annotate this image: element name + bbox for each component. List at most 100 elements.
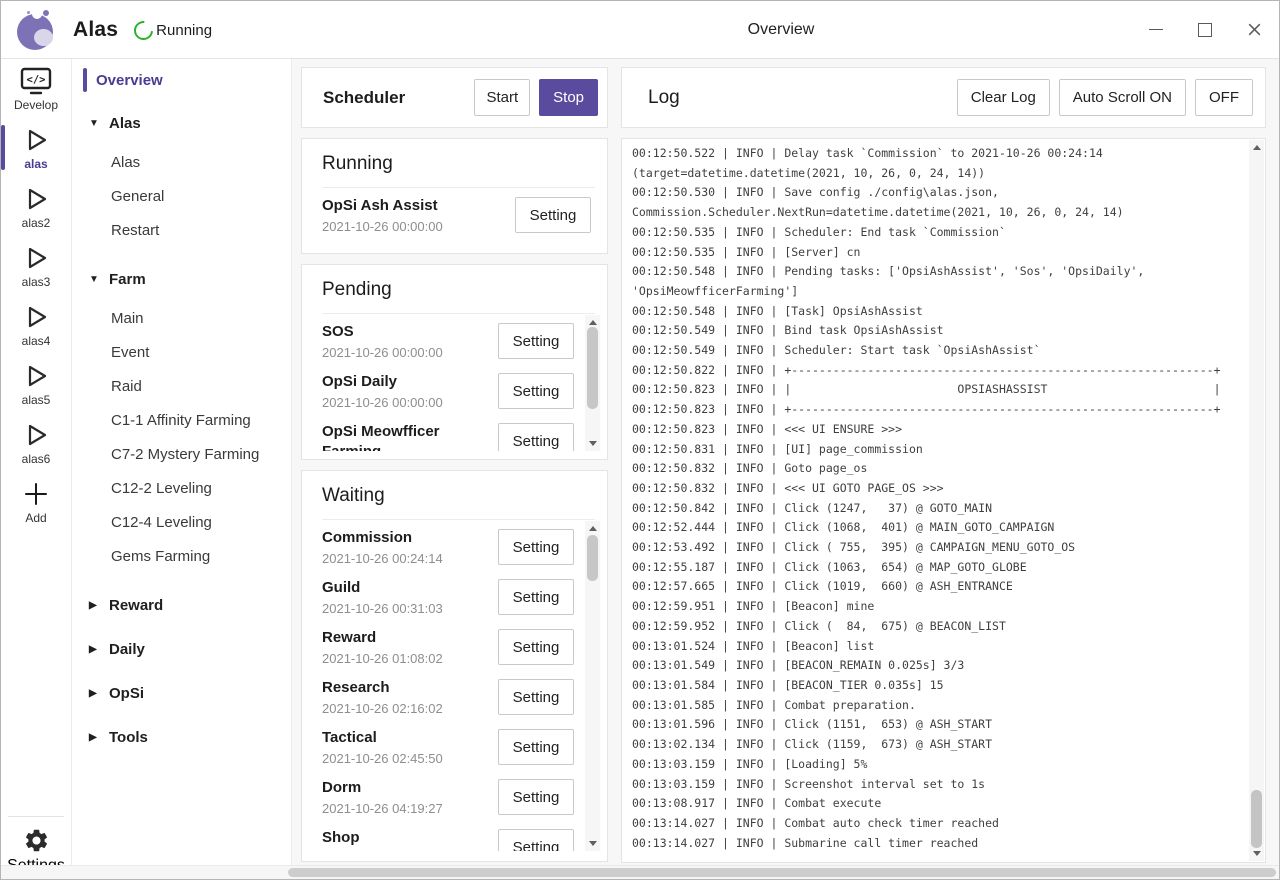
rail-item-label: Add — [25, 511, 46, 525]
rail-item-develop[interactable]: </>Develop — [1, 59, 71, 118]
task-setting-button[interactable]: Setting — [498, 529, 574, 565]
divider — [322, 519, 595, 520]
develop-icon: </> — [19, 65, 53, 97]
task-row: Guild2021-10-26 00:31:03Setting — [302, 571, 607, 621]
log-line: 00:12:52.444 | INFO | Click (1068, 401) … — [632, 518, 1237, 538]
nav-item-c7-2-mystery-farming[interactable]: C7-2 Mystery Farming — [71, 437, 291, 471]
nav-group-opsi[interactable]: ▶OpSi — [71, 671, 291, 715]
nav-item-c12-4-leveling[interactable]: C12-4 Leveling — [71, 505, 291, 539]
task-row: SOS2021-10-26 00:00:00Setting — [302, 315, 607, 365]
nav-group-label: OpSi — [109, 685, 144, 702]
stop-button[interactable]: Stop — [539, 79, 598, 116]
minimize-button[interactable] — [1147, 21, 1165, 39]
task-setting-button[interactable]: Setting — [515, 197, 591, 233]
nav-item-c1-1-affinity-farming[interactable]: C1-1 Affinity Farming — [71, 403, 291, 437]
task-name: Tactical — [322, 721, 500, 748]
auto-scroll-on-button[interactable]: Auto Scroll ON — [1059, 79, 1186, 116]
log-title: Log — [648, 87, 948, 109]
waiting-scrollbar[interactable] — [585, 521, 600, 851]
log-line: 00:12:50.548 | INFO | [Task] OpsiAshAssi… — [632, 302, 1237, 322]
rail-item-alas3[interactable]: alas3 — [1, 236, 71, 295]
rail-item-alas5[interactable]: alas5 — [1, 354, 71, 413]
task-row: Tactical2021-10-26 02:45:50Setting — [302, 721, 607, 771]
nav-group-tools[interactable]: ▶Tools — [71, 715, 291, 759]
scroll-up-icon[interactable] — [585, 522, 600, 535]
rail-item-alas6[interactable]: alas6 — [1, 413, 71, 472]
scrollbar-thumb[interactable] — [288, 868, 1276, 877]
chevron-right-icon: ▶ — [89, 600, 109, 611]
rail-item-alas[interactable]: alas — [1, 118, 71, 177]
nav-item-c12-2-leveling[interactable]: C12-2 Leveling — [71, 471, 291, 505]
divider — [322, 313, 595, 314]
task-row: Reward2021-10-26 01:08:02Setting — [302, 621, 607, 671]
log-line: 00:12:50.822 | INFO | +-----------------… — [632, 361, 1237, 381]
waiting-panel-title: Waiting — [322, 483, 607, 509]
settings-gear-icon — [23, 824, 50, 856]
task-setting-button[interactable]: Setting — [498, 679, 574, 715]
nav-group-farm[interactable]: ▼Farm — [71, 257, 291, 301]
task-row: Commission2021-10-26 00:24:14Setting — [302, 521, 607, 571]
task-row: OpSi Ash Assist2021-10-26 00:00:00Settin… — [302, 189, 607, 245]
scroll-up-icon[interactable] — [1249, 141, 1264, 154]
scrollbar-thumb[interactable] — [587, 535, 598, 581]
start-button[interactable]: Start — [474, 79, 530, 116]
pending-scrollbar[interactable] — [585, 315, 600, 451]
rail-item-alas2[interactable]: alas2 — [1, 177, 71, 236]
log-line: 00:13:01.585 | INFO | Combat preparation… — [632, 696, 1237, 716]
nav-item-general[interactable]: General — [71, 179, 291, 213]
nav-item-main[interactable]: Main — [71, 301, 291, 335]
nav-item-alas[interactable]: Alas — [71, 145, 291, 179]
maximize-button[interactable] — [1196, 21, 1214, 39]
nav-item-gems-farming[interactable]: Gems Farming — [71, 539, 291, 573]
play-icon — [21, 242, 51, 274]
task-setting-button[interactable]: Setting — [498, 779, 574, 815]
scroll-down-icon[interactable] — [585, 837, 600, 850]
rail-item-label: alas5 — [22, 393, 51, 407]
scrollbar-thumb[interactable] — [1251, 790, 1262, 848]
task-setting-button[interactable]: Setting — [498, 373, 574, 409]
rail-item-add[interactable]: Add — [1, 472, 71, 531]
minimize-icon — [1149, 29, 1163, 30]
task-name: OpSi Meowfficer Farming — [322, 415, 500, 451]
nav-group-daily[interactable]: ▶Daily — [71, 627, 291, 671]
log-line: 00:13:02.134 | INFO | Click (1159, 673) … — [632, 735, 1237, 755]
task-setting-button[interactable]: Setting — [498, 323, 574, 359]
task-setting-button[interactable]: Setting — [498, 729, 574, 765]
task-setting-button[interactable]: Setting — [498, 423, 574, 451]
nav-item-raid[interactable]: Raid — [71, 369, 291, 403]
log-column: Log Clear Log Auto Scroll ON OFF 00:12:5… — [621, 67, 1266, 863]
auto-scroll-off-button[interactable]: OFF — [1195, 79, 1253, 116]
nav-group-reward[interactable]: ▶Reward — [71, 583, 291, 627]
clear-log-button[interactable]: Clear Log — [957, 79, 1050, 116]
page-title: Overview — [641, 1, 921, 58]
rail-item-label: alas2 — [22, 216, 51, 230]
play-icon — [21, 183, 51, 215]
titlebar: Alas Running Overview — [1, 1, 1279, 59]
scrollbar-thumb[interactable] — [587, 327, 598, 409]
task-name: Research — [322, 671, 500, 698]
log-line: 00:12:50.842 | INFO | Click (1247, 37) @… — [632, 499, 1237, 519]
chevron-down-icon: ▼ — [89, 118, 109, 129]
log-line: Commission.Scheduler.NextRun=datetime.da… — [632, 203, 1237, 223]
play-icon — [21, 301, 51, 333]
log-line: 00:12:57.665 | INFO | Click (1019, 660) … — [632, 577, 1237, 597]
nav-item-event[interactable]: Event — [71, 335, 291, 369]
scroll-down-icon[interactable] — [1249, 847, 1264, 860]
log-scrollbar[interactable] — [1249, 140, 1264, 861]
window-controls — [1147, 1, 1263, 58]
close-button[interactable] — [1245, 21, 1263, 39]
task-row: Research2021-10-26 02:16:02Setting — [302, 671, 607, 721]
nav-group-alas[interactable]: ▼Alas — [71, 101, 291, 145]
rail-item-alas4[interactable]: alas4 — [1, 295, 71, 354]
nav-item-restart[interactable]: Restart — [71, 213, 291, 247]
task-setting-button[interactable]: Setting — [498, 629, 574, 665]
log-line: 00:13:03.159 | INFO | [Loading] 5% — [632, 755, 1237, 775]
chevron-down-icon: ▼ — [89, 274, 109, 285]
task-setting-button[interactable]: Setting — [498, 579, 574, 615]
brand: Alas Running — [13, 7, 212, 53]
scroll-down-icon[interactable] — [585, 437, 600, 450]
task-setting-button[interactable]: Setting — [498, 829, 574, 851]
nav-item-overview[interactable]: Overview — [71, 59, 291, 101]
log-line: 00:13:01.549 | INFO | [BEACON_REMAIN 0.0… — [632, 656, 1237, 676]
horizontal-scrollbar[interactable] — [1, 865, 1279, 879]
